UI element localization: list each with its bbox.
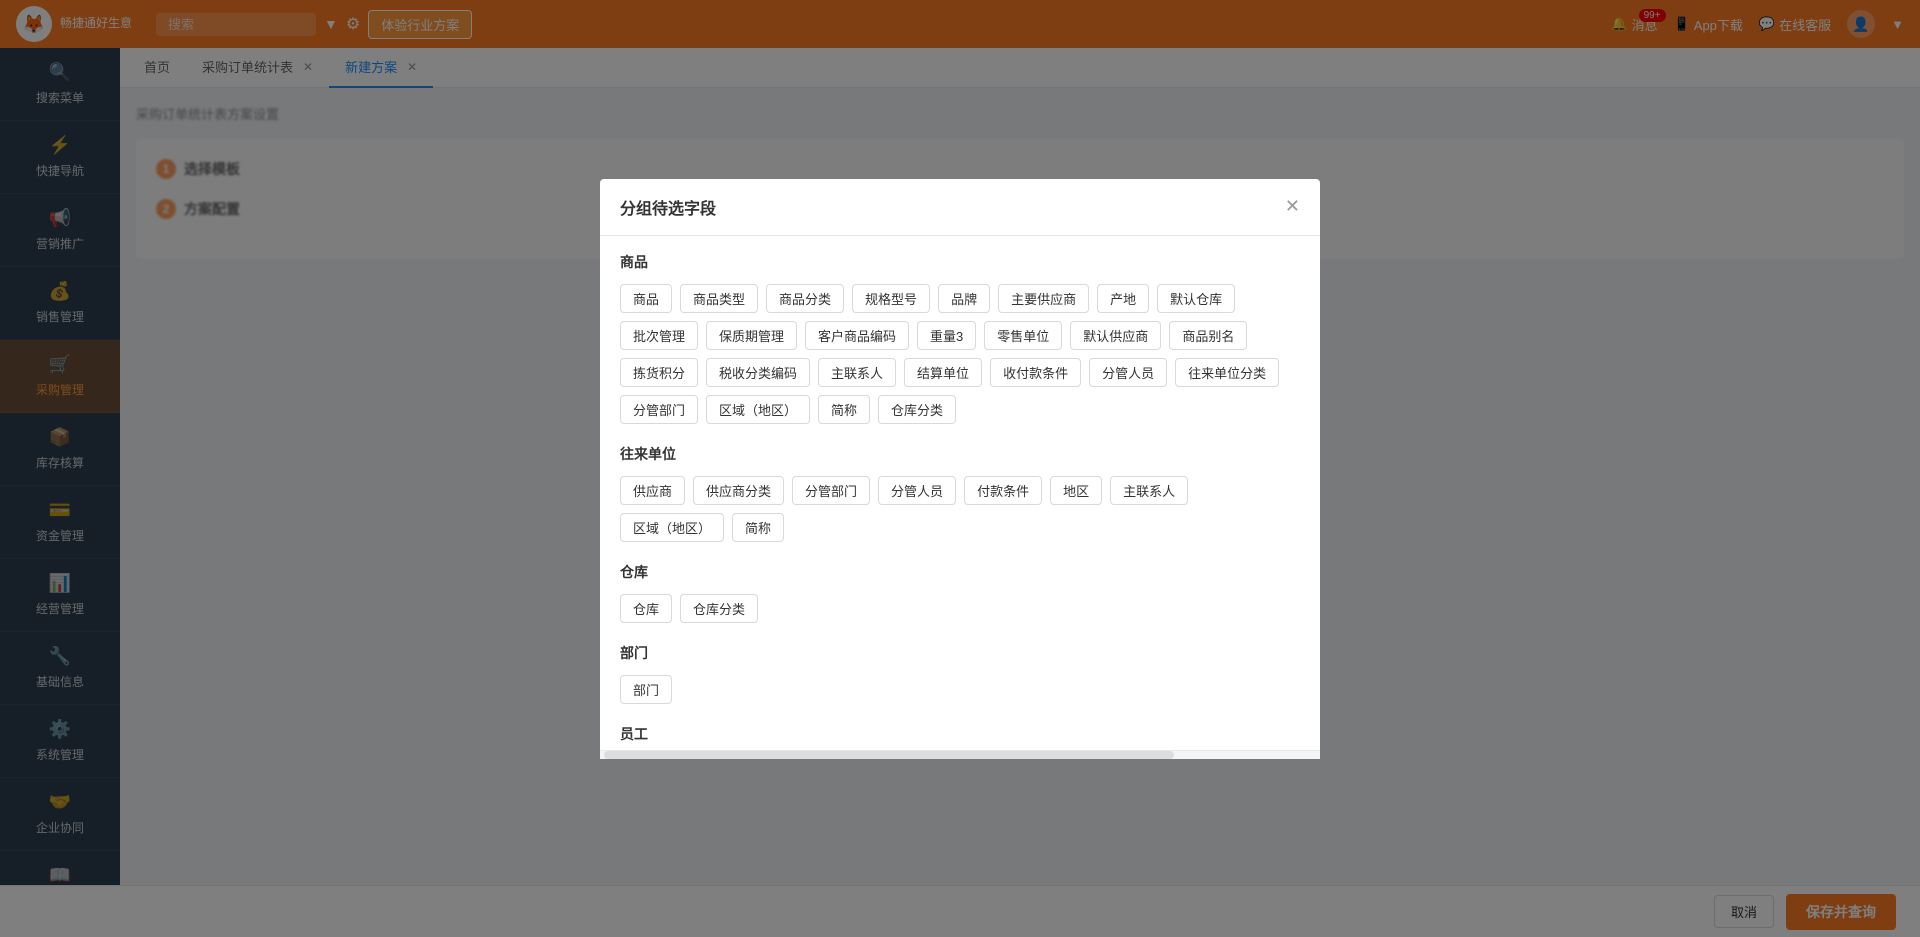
field-tag-0-2[interactable]: 商品分类 <box>766 284 844 313</box>
field-tag-0-5[interactable]: 主要供应商 <box>998 284 1089 313</box>
field-group-3: 部门部门 <box>620 643 1300 704</box>
field-tag-1-7[interactable]: 区域（地区） <box>620 513 724 542</box>
field-tag-1-1[interactable]: 供应商分类 <box>693 476 784 505</box>
field-tag-0-6[interactable]: 产地 <box>1097 284 1149 313</box>
field-group-0: 商品商品商品类型商品分类规格型号品牌主要供应商产地默认仓库批次管理保质期管理客户… <box>620 252 1300 424</box>
field-group-title-4: 员工 <box>620 724 1300 744</box>
modal-scroll-bar[interactable] <box>600 750 1320 759</box>
field-group-2: 仓库仓库仓库分类 <box>620 562 1300 623</box>
field-tag-0-15[interactable]: 拣货积分 <box>620 358 698 387</box>
field-tag-0-16[interactable]: 税收分类编码 <box>706 358 810 387</box>
field-group-1: 往来单位供应商供应商分类分管部门分管人员付款条件地区主联系人区域（地区） 简称 <box>620 444 1300 542</box>
field-tag-1-3[interactable]: 分管人员 <box>878 476 956 505</box>
field-tag-0-19[interactable]: 收付款条件 <box>990 358 1081 387</box>
modal-scroll-thumb <box>604 751 1174 759</box>
field-tag-0-21[interactable]: 往来单位分类 <box>1175 358 1279 387</box>
field-tag-1-0[interactable]: 供应商 <box>620 476 685 505</box>
field-tag-0-8[interactable]: 批次管理 <box>620 321 698 350</box>
field-tag-0-18[interactable]: 结算单位 <box>904 358 982 387</box>
field-tag-3-0[interactable]: 部门 <box>620 675 672 704</box>
field-tag-0-12[interactable]: 零售单位 <box>984 321 1062 350</box>
field-tags-0: 商品商品类型商品分类规格型号品牌主要供应商产地默认仓库批次管理保质期管理客户商品… <box>620 284 1300 424</box>
field-tag-1-5[interactable]: 地区 <box>1050 476 1102 505</box>
field-tag-0-10[interactable]: 客户商品编码 <box>805 321 909 350</box>
field-tags-2: 仓库仓库分类 <box>620 594 1300 623</box>
field-tag-1-4[interactable]: 付款条件 <box>964 476 1042 505</box>
field-tag-0-24[interactable]: 简称 <box>818 395 870 424</box>
field-tag-0-1[interactable]: 商品类型 <box>680 284 758 313</box>
field-tag-0-3[interactable]: 规格型号 <box>852 284 930 313</box>
field-tag-0-23[interactable]: 区域（地区） <box>706 395 810 424</box>
field-select-modal: 分组待选字段 ✕ 商品商品商品类型商品分类规格型号品牌主要供应商产地默认仓库批次… <box>600 179 1320 759</box>
field-tag-0-14[interactable]: 商品别名 <box>1169 321 1247 350</box>
field-tag-0-13[interactable]: 默认供应商 <box>1070 321 1161 350</box>
modal-overlay[interactable]: 分组待选字段 ✕ 商品商品商品类型商品分类规格型号品牌主要供应商产地默认仓库批次… <box>0 0 1920 937</box>
field-group-title-1: 往来单位 <box>620 444 1300 464</box>
field-group-title-3: 部门 <box>620 643 1300 663</box>
field-tag-1-8[interactable]: 简称 <box>732 513 784 542</box>
field-tag-2-0[interactable]: 仓库 <box>620 594 672 623</box>
field-tag-0-4[interactable]: 品牌 <box>938 284 990 313</box>
field-tag-0-22[interactable]: 分管部门 <box>620 395 698 424</box>
modal-title: 分组待选字段 <box>620 195 716 219</box>
modal-close-button[interactable]: ✕ <box>1285 196 1300 217</box>
field-tag-0-9[interactable]: 保质期管理 <box>706 321 797 350</box>
field-tag-0-11[interactable]: 重量3 <box>917 321 976 350</box>
modal-header: 分组待选字段 ✕ <box>600 179 1320 236</box>
field-tag-0-25[interactable]: 仓库分类 <box>878 395 956 424</box>
field-tags-3: 部门 <box>620 675 1300 704</box>
field-group-4: 员工业务员 <box>620 724 1300 750</box>
field-tags-1: 供应商供应商分类分管部门分管人员付款条件地区主联系人区域（地区） 简称 <box>620 476 1300 542</box>
field-tag-0-0[interactable]: 商品 <box>620 284 672 313</box>
modal-body: 商品商品商品类型商品分类规格型号品牌主要供应商产地默认仓库批次管理保质期管理客户… <box>600 236 1320 750</box>
field-tag-2-1[interactable]: 仓库分类 <box>680 594 758 623</box>
field-tag-1-6[interactable]: 主联系人 <box>1110 476 1188 505</box>
field-tag-0-20[interactable]: 分管人员 <box>1089 358 1167 387</box>
field-tag-1-2[interactable]: 分管部门 <box>792 476 870 505</box>
field-tag-0-7[interactable]: 默认仓库 <box>1157 284 1235 313</box>
field-tag-0-17[interactable]: 主联系人 <box>818 358 896 387</box>
field-group-title-0: 商品 <box>620 252 1300 272</box>
field-group-title-2: 仓库 <box>620 562 1300 582</box>
